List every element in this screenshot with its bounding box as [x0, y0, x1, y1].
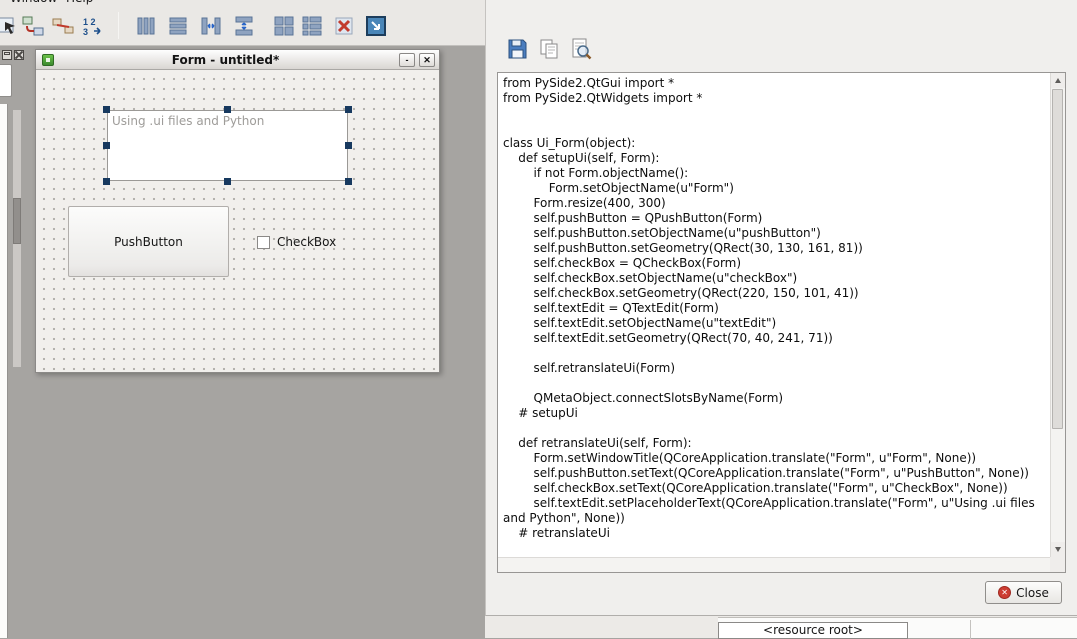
window-close-button[interactable]: ✕	[419, 53, 435, 67]
menu-help[interactable]: Help	[66, 0, 93, 5]
form-file-icon	[42, 54, 54, 66]
menu-window[interactable]: Window	[10, 0, 57, 5]
close-button-label: Close	[1016, 586, 1049, 600]
vertical-scrollbar-thumb[interactable]	[1052, 89, 1063, 429]
pushbutton-widget[interactable]: PushButton	[68, 206, 229, 277]
widgetbox-filter-edge	[0, 64, 12, 97]
svg-text:3: 3	[83, 27, 88, 37]
resource-browser: <resource root>	[718, 617, 1077, 638]
form-designer-window[interactable]: Form - untitled* - ✕ PushButton CheckBox	[35, 49, 440, 373]
edit-widgets-icon[interactable]	[0, 13, 20, 39]
resource-root-label: <resource root>	[763, 623, 863, 637]
resource-root-item[interactable]: <resource root>	[718, 622, 908, 639]
edit-signals-slots-icon[interactable]	[20, 13, 46, 39]
edit-tab-order-icon[interactable]: 1 23	[80, 13, 106, 39]
layout-form-icon[interactable]	[299, 13, 325, 39]
adjust-size-icon[interactable]	[363, 13, 389, 39]
selection-handle[interactable]	[345, 142, 352, 149]
close-x-icon: ✕	[998, 586, 1011, 599]
selection-handle[interactable]	[224, 106, 231, 113]
selection-handle[interactable]	[103, 178, 110, 185]
dock-float-icon[interactable]	[2, 50, 12, 60]
close-dialog-button[interactable]: ✕ Close	[985, 581, 1062, 604]
save-icon[interactable]	[504, 36, 530, 62]
toolbar-separator	[118, 12, 119, 39]
dock-close-icon[interactable]	[14, 50, 24, 60]
selection-handle[interactable]	[345, 178, 352, 185]
menu-bar: Window Help	[0, 0, 480, 6]
textedit-input[interactable]	[107, 110, 348, 181]
layout-grid-icon[interactable]	[271, 13, 297, 39]
layout-horizontal-icon[interactable]	[133, 13, 159, 39]
horizontal-scrollbar[interactable]	[498, 557, 1050, 572]
code-text: from PySide2.QtGui import * from PySide2…	[498, 73, 1050, 557]
break-layout-icon[interactable]	[331, 13, 357, 39]
edit-buddies-icon[interactable]	[50, 13, 76, 39]
selection-handle[interactable]	[103, 142, 110, 149]
find-icon[interactable]	[568, 36, 594, 62]
svg-text:1 2: 1 2	[83, 17, 96, 27]
checkbox-indicator[interactable]	[257, 236, 270, 249]
vertical-scrollbar[interactable]	[1050, 73, 1065, 557]
scrollbar-corner	[1050, 557, 1065, 572]
view-code-dialog: from PySide2.QtGui import * from PySide2…	[485, 0, 1077, 616]
layout-horizontal-splitter-icon[interactable]	[198, 13, 224, 39]
minimize-button[interactable]: -	[399, 53, 415, 67]
scroll-up-icon[interactable]	[1051, 73, 1065, 88]
selection-handle[interactable]	[345, 106, 352, 113]
checkbox-widget[interactable]: CheckBox	[257, 234, 336, 250]
selection-handle[interactable]	[103, 106, 110, 113]
copy-icon[interactable]	[536, 36, 562, 62]
widgetbox-scrollbar-thumb[interactable]	[13, 198, 21, 244]
resource-panel-divider	[970, 620, 971, 639]
layout-vertical-splitter-icon[interactable]	[231, 13, 257, 39]
widgetbox-panel-edge	[0, 104, 8, 638]
selection-handle[interactable]	[224, 178, 231, 185]
checkbox-label: CheckBox	[277, 235, 336, 249]
form-window-title: Form - untitled*	[56, 53, 395, 67]
textedit-widget[interactable]	[107, 110, 348, 181]
form-canvas[interactable]: PushButton CheckBox	[36, 70, 439, 371]
form-window-titlebar[interactable]: Form - untitled* - ✕	[36, 50, 439, 70]
scroll-down-icon[interactable]	[1051, 542, 1065, 557]
layout-vertical-icon[interactable]	[165, 13, 191, 39]
code-view[interactable]: from PySide2.QtGui import * from PySide2…	[497, 72, 1066, 573]
